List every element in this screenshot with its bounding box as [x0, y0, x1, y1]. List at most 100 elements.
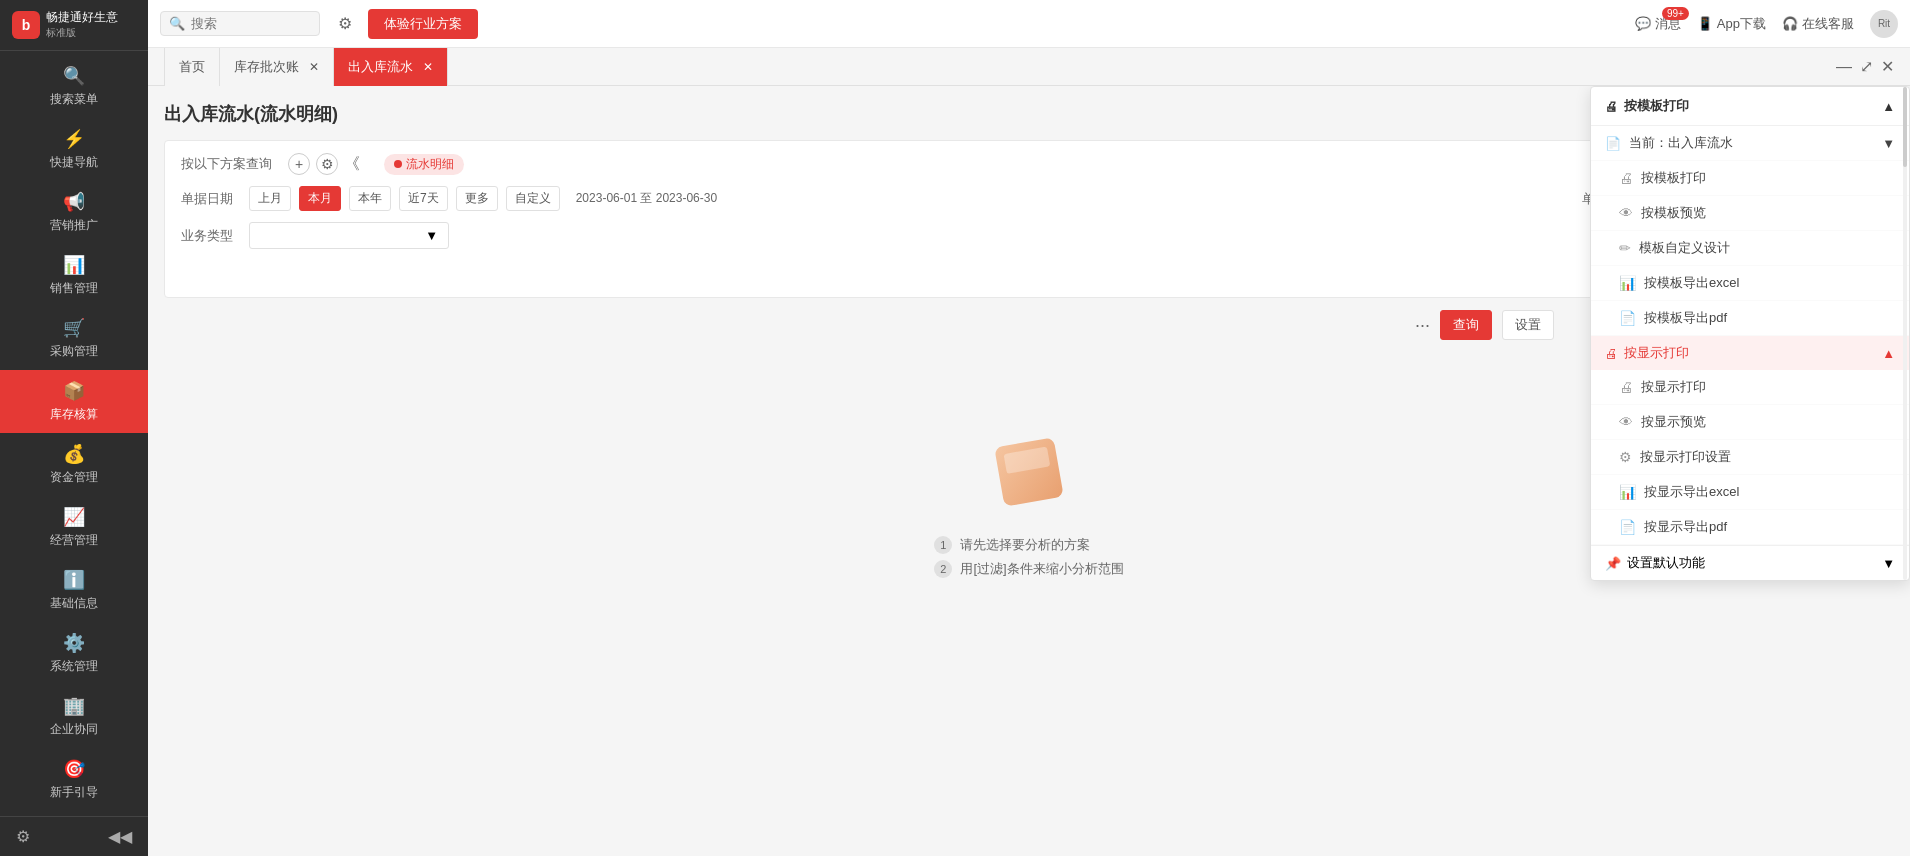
tab-minimize-button[interactable]: —: [1836, 58, 1852, 76]
query-button[interactable]: 查询: [1440, 310, 1492, 340]
display-pdf-icon: 📄: [1619, 519, 1636, 535]
settings-footer-icon[interactable]: ⚙: [16, 827, 30, 846]
step-1-num: 1: [934, 536, 952, 554]
template-custom-label: 模板自定义设计: [1639, 239, 1730, 257]
tab-close-button[interactable]: ✕: [1881, 57, 1894, 76]
search-input[interactable]: [191, 16, 291, 31]
dropdown-header-label: 按模板打印: [1624, 97, 1689, 115]
dropdown-display-pdf[interactable]: 📄 按显示导出pdf: [1591, 510, 1909, 545]
sidebar-item-marketing[interactable]: 📢 营销推广: [0, 181, 148, 244]
dropdown-display-excel[interactable]: 📊 按显示导出excel: [1591, 475, 1909, 510]
tab-flow-close[interactable]: ✕: [423, 60, 433, 74]
dropdown-scrollbar[interactable]: [1903, 87, 1907, 580]
empty-step-2: 2 用[过滤]条件来缩小分析范围: [934, 560, 1123, 578]
trial-button[interactable]: 体验行业方案: [368, 9, 478, 39]
sidebar-item-enterprise[interactable]: 🏢 企业协同: [0, 685, 148, 748]
display-print-icon: 🖨: [1619, 379, 1633, 395]
sidebar-item-operation[interactable]: 📈 经营管理: [0, 496, 148, 559]
empty-box-graphic: [994, 437, 1064, 507]
guide-icon: 🎯: [63, 758, 85, 780]
template-custom-icon: ✏: [1619, 240, 1631, 256]
sidebar-footer: ⚙ ◀◀: [0, 816, 148, 856]
business-type-label: 业务类型: [181, 227, 233, 245]
dropdown-display-preview[interactable]: 👁 按显示预览: [1591, 405, 1909, 440]
sidebar: b 畅捷通好生意 标准版 🔍 搜索菜单 ⚡ 快捷导航 📢 营销推广 📊 销售管理…: [0, 0, 148, 856]
current-icon: 📄: [1605, 136, 1621, 151]
tab-batch-close[interactable]: ✕: [309, 60, 319, 74]
logo: b 畅捷通好生意 标准版: [0, 0, 148, 51]
default-function-label: 设置默认功能: [1627, 554, 1705, 572]
quick-nav-icon: ⚡: [63, 128, 85, 150]
avatar: Rit: [1870, 10, 1898, 38]
display-section-print-icon: 🖨: [1605, 346, 1618, 361]
message-action[interactable]: 💬 消息 99+: [1635, 15, 1681, 33]
sidebar-label-inventory: 库存核算: [50, 406, 98, 423]
tab-batch[interactable]: 库存批次账 ✕: [220, 48, 334, 86]
template-excel-icon: 📊: [1619, 275, 1636, 291]
sidebar-item-guide[interactable]: 🎯 新手引导: [0, 748, 148, 811]
logo-name: 畅捷通好生意: [46, 10, 118, 26]
date-range-display: 2023-06-01 至 2023-06-30: [576, 190, 717, 207]
sidebar-item-basic[interactable]: ℹ️ 基础信息: [0, 559, 148, 622]
tab-flow[interactable]: 出入库流水 ✕: [334, 48, 448, 86]
user-avatar-action[interactable]: Rit: [1870, 10, 1898, 38]
header-search-box[interactable]: 🔍: [160, 11, 320, 36]
date-btn-more[interactable]: 更多: [456, 186, 498, 211]
phone-icon: 📱: [1697, 16, 1713, 31]
sidebar-item-quick-nav[interactable]: ⚡ 快捷导航: [0, 118, 148, 181]
sales-icon: 📊: [63, 254, 85, 276]
sidebar-item-sales[interactable]: 📊 销售管理: [0, 244, 148, 307]
current-chevron-icon: ▼: [1882, 136, 1895, 151]
date-btn-last-month[interactable]: 上月: [249, 186, 291, 211]
app-download-action[interactable]: 📱 App下载: [1697, 15, 1766, 33]
sidebar-item-purchase[interactable]: 🛒 采购管理: [0, 307, 148, 370]
tab-home[interactable]: 首页: [164, 48, 220, 86]
dropdown-template-excel[interactable]: 📊 按模板导出excel: [1591, 266, 1909, 301]
dropdown-template-custom[interactable]: ✏ 模板自定义设计: [1591, 231, 1909, 266]
filter-settings-button[interactable]: ⚙: [316, 153, 338, 175]
main-area: 🔍 ⚙ 体验行业方案 💬 消息 99+ 📱 App下载 🎧 在线客服 Rit: [148, 0, 1910, 856]
sidebar-item-finance[interactable]: 💰 资金管理: [0, 433, 148, 496]
date-btn-custom[interactable]: 自定义: [506, 186, 560, 211]
filter-tag[interactable]: 流水明细: [384, 154, 464, 175]
sidebar-label-purchase: 采购管理: [50, 343, 98, 360]
dropdown-template-preview[interactable]: 👁 按模板预览: [1591, 196, 1909, 231]
filter-collapse-button[interactable]: 《: [344, 154, 360, 175]
system-icon: ⚙️: [63, 632, 85, 654]
default-function-item[interactable]: 📌 设置默认功能: [1605, 554, 1705, 572]
step-2-num: 2: [934, 560, 952, 578]
header-gear-icon[interactable]: ⚙: [338, 14, 352, 33]
tab-maximize-button[interactable]: ⤢: [1860, 57, 1873, 76]
template-print-icon: 🖨: [1619, 170, 1633, 186]
dropdown-current[interactable]: 📄 当前：出入库流水 ▼: [1591, 126, 1909, 161]
date-btn-this-month[interactable]: 本月: [299, 186, 341, 211]
template-preview-icon: 👁: [1619, 205, 1633, 221]
dropdown-template-print[interactable]: 🖨 按模板打印: [1591, 161, 1909, 196]
sidebar-nav: 🔍 搜索菜单 ⚡ 快捷导航 📢 营销推广 📊 销售管理 🛒 采购管理 📦 库存核…: [0, 51, 148, 816]
date-btn-last-7[interactable]: 近7天: [399, 186, 448, 211]
search-icon: 🔍: [169, 16, 185, 31]
date-btn-this-year[interactable]: 本年: [349, 186, 391, 211]
date-buttons-group: 上月 本月 本年 近7天 更多 自定义: [249, 186, 560, 211]
more-actions-button[interactable]: ···: [1415, 315, 1430, 336]
dropdown-display-section[interactable]: 🖨 按显示打印 ▲: [1591, 336, 1909, 370]
top-header: 🔍 ⚙ 体验行业方案 💬 消息 99+ 📱 App下载 🎧 在线客服 Rit: [148, 0, 1910, 48]
sidebar-item-inventory[interactable]: 📦 库存核算: [0, 370, 148, 433]
dropdown-display-print-settings[interactable]: ⚙ 按显示打印设置: [1591, 440, 1909, 475]
service-action[interactable]: 🎧 在线客服: [1782, 15, 1854, 33]
sidebar-item-search[interactable]: 🔍 搜索菜单: [0, 55, 148, 118]
filter-add-button[interactable]: +: [288, 153, 310, 175]
dropdown-display-print[interactable]: 🖨 按显示打印: [1591, 370, 1909, 405]
app-download-label: App下载: [1717, 15, 1766, 33]
date-filter-label: 单据日期: [181, 190, 233, 208]
tab-batch-label: 库存批次账: [234, 58, 299, 76]
dropdown-footer: 📌 设置默认功能 ▼: [1591, 545, 1909, 580]
display-section-label: 按显示打印: [1624, 344, 1689, 362]
display-section-chevron-icon: ▲: [1882, 346, 1895, 361]
business-type-select[interactable]: ▼: [249, 222, 449, 249]
settings-button[interactable]: 设置: [1502, 310, 1554, 340]
sidebar-label-marketing: 营销推广: [50, 217, 98, 234]
collapse-footer-icon[interactable]: ◀◀: [108, 827, 132, 846]
dropdown-template-pdf[interactable]: 📄 按模板导出pdf: [1591, 301, 1909, 336]
sidebar-item-system[interactable]: ⚙️ 系统管理: [0, 622, 148, 685]
